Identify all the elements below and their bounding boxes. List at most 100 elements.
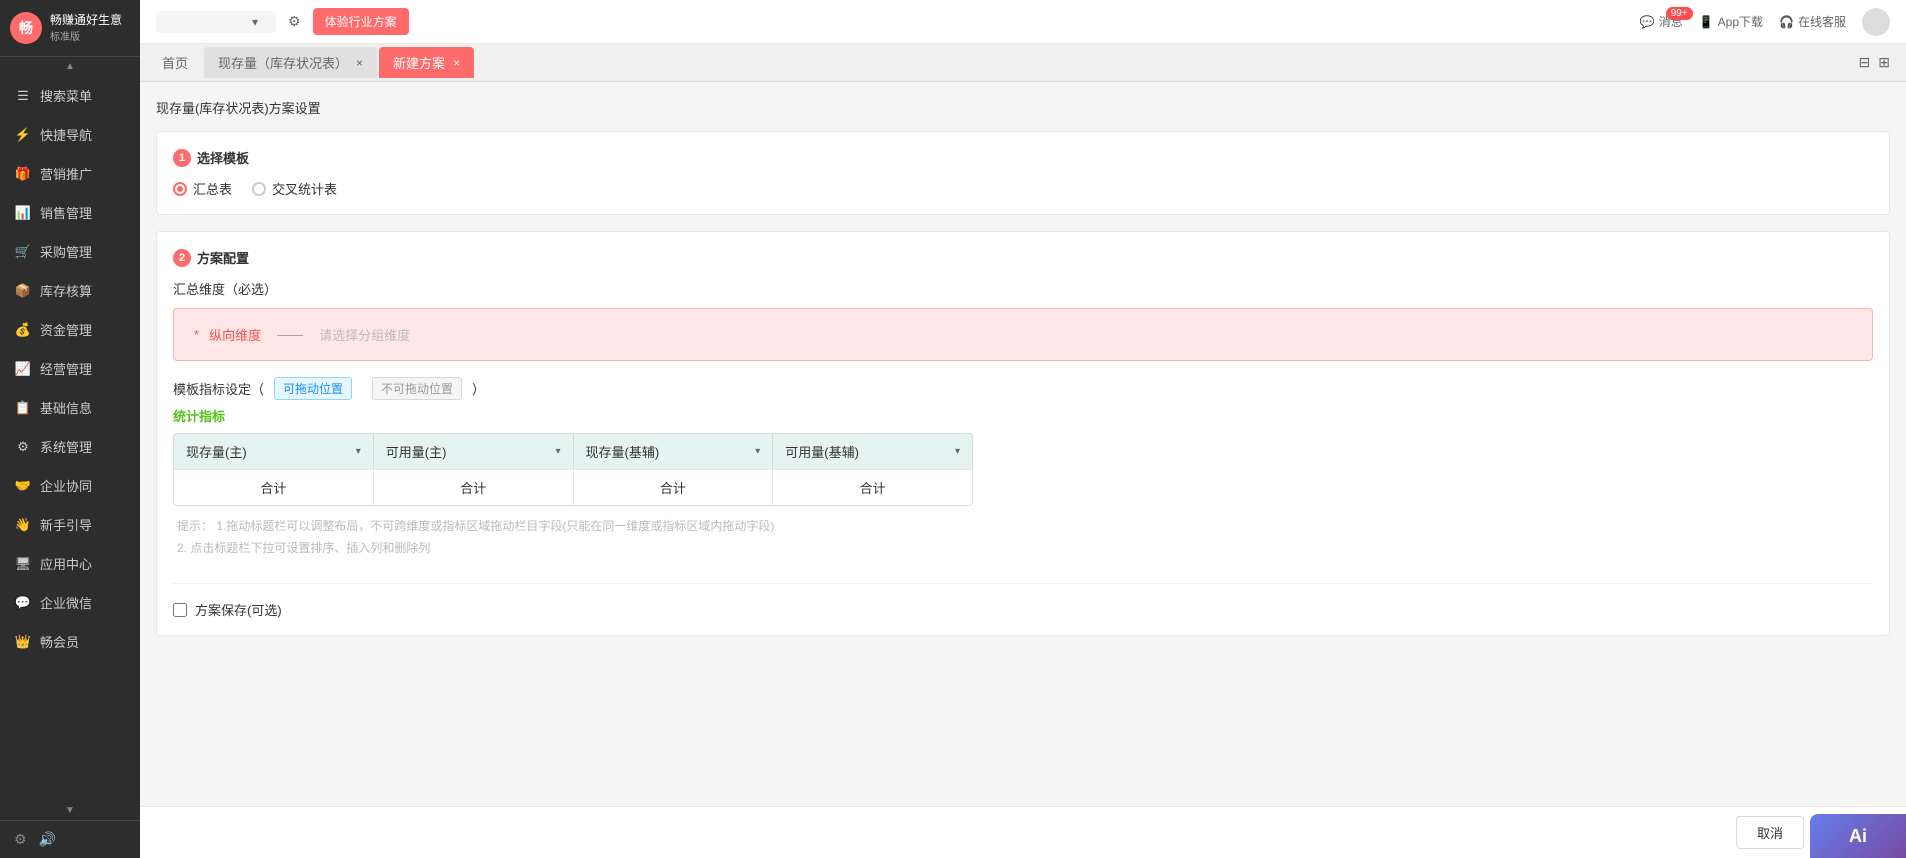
- radio-summary[interactable]: 汇总表: [173, 179, 232, 198]
- sidebar-item-label: 畅会员: [40, 632, 79, 651]
- sidebar-item-guide[interactable]: 👋 新手引导: [0, 505, 140, 544]
- sidebar-item-inventory[interactable]: 📦 库存核算: [0, 271, 140, 310]
- sidebar-scroll-up[interactable]: ▲: [0, 57, 140, 76]
- action-bar: 取消 查询: [140, 806, 1906, 858]
- window-collapse-icon[interactable]: ⊟: [1859, 54, 1871, 71]
- top-search-box[interactable]: ▾: [156, 11, 276, 33]
- app-version: 标准版: [50, 28, 122, 43]
- tab-inventory-status[interactable]: 现存量（库存状况表） ×: [204, 47, 377, 78]
- online-service-btn[interactable]: 🎧 在线客服: [1779, 13, 1846, 30]
- radio-cross[interactable]: 交叉统计表: [252, 179, 337, 198]
- sidebar-item-purchase[interactable]: 🛒 采购管理: [0, 232, 140, 271]
- settings-icon[interactable]: ⚙: [14, 831, 27, 848]
- top-bar-right: 💬 消息 99+ 📱 App下载 🎧 在线客服: [1640, 8, 1890, 36]
- app-download-icon: 📱: [1699, 15, 1714, 29]
- sidebar-item-basic-info[interactable]: 📋 基础信息: [0, 388, 140, 427]
- sidebar-item-sales[interactable]: 📊 销售管理: [0, 193, 140, 232]
- sidebar-item-label: 快捷导航: [40, 125, 92, 144]
- step2-section: 2 方案配置 汇总维度（必选） * 纵向维度 —— 请选择分组维度 模板指标设定…: [156, 231, 1890, 636]
- app-download-btn[interactable]: 📱 App下载: [1699, 13, 1763, 30]
- draggable-indicator: 可拖动位置: [274, 377, 352, 400]
- radio-cross-dot[interactable]: [252, 182, 266, 196]
- search-menu-icon: ☰: [14, 87, 32, 105]
- sidebar-item-wechat[interactable]: 💬 企业微信: [0, 583, 140, 622]
- tab-inventory-label: 现存量（库存状况表）: [218, 53, 348, 72]
- stat-header-label-3: 可用量(基辅): [785, 442, 859, 461]
- app-center-icon: 🖥: [14, 555, 32, 573]
- stat-header-label-2: 现存量(基辅): [586, 442, 660, 461]
- gear-icon[interactable]: ⚙: [288, 13, 301, 30]
- window-expand-icon[interactable]: ⊞: [1878, 54, 1890, 71]
- user-avatar[interactable]: [1862, 8, 1890, 36]
- step1-section: 1 选择模板 汇总表 交叉统计表: [156, 131, 1890, 215]
- basic-info-icon: 📋: [14, 399, 32, 417]
- dim-row: * 纵向维度 —— 请选择分组维度: [194, 325, 1852, 344]
- member-icon: 👑: [14, 633, 32, 651]
- stat-cell-1: 合计: [374, 470, 574, 505]
- message-badge: 99+: [1666, 7, 1693, 20]
- dim-placeholder[interactable]: 请选择分组维度: [319, 325, 410, 344]
- stat-section-label: 统计指标: [173, 406, 1873, 425]
- main-area: ▾ ⚙ 体验行业方案 💬 消息 99+ 📱 App下载 🎧 在线客服 首页 现: [140, 0, 1906, 858]
- tab-inventory-close-icon[interactable]: ×: [356, 56, 363, 70]
- guide-icon: 👋: [14, 516, 32, 534]
- sidebar-item-quick-nav[interactable]: ⚡ 快捷导航: [0, 115, 140, 154]
- tab-new-plan-close-icon[interactable]: ×: [453, 56, 460, 70]
- template-setting-suffix: ）: [472, 379, 485, 398]
- sidebar-item-label: 经营管理: [40, 359, 92, 378]
- sidebar-item-member[interactable]: 👑 畅会员: [0, 622, 140, 661]
- sidebar-scroll-down[interactable]: ▼: [0, 801, 140, 820]
- industry-btn[interactable]: 体验行业方案: [313, 8, 409, 35]
- sidebar-item-system[interactable]: ⚙ 系统管理: [0, 427, 140, 466]
- sidebar-bottom: ⚙ 🔊: [0, 820, 140, 858]
- stat-header-cell-1[interactable]: 可用量(主) ▾: [374, 434, 574, 469]
- dim-required-marker: *: [194, 327, 199, 342]
- app-download-label: App下载: [1718, 13, 1763, 30]
- cancel-button[interactable]: 取消: [1736, 816, 1804, 849]
- sidebar-item-management[interactable]: 📈 经营管理: [0, 349, 140, 388]
- hint-line-1: 提示： 1.拖动标题栏可以调整布局，不可跨维度或指标区域拖动栏目字段(只能在同一…: [177, 516, 1869, 538]
- sidebar-item-label: 采购管理: [40, 242, 92, 261]
- tab-home[interactable]: 首页: [148, 47, 202, 78]
- radio-summary-dot[interactable]: [173, 182, 187, 196]
- sidebar-item-label: 新手引导: [40, 515, 92, 534]
- quick-nav-icon: ⚡: [14, 126, 32, 144]
- chevron-down-icon-0[interactable]: ▾: [356, 446, 361, 457]
- sidebar-item-search[interactable]: ☰ 搜索菜单: [0, 76, 140, 115]
- save-row: 方案保存(可选): [173, 583, 1873, 619]
- sidebar-item-label: 库存核算: [40, 281, 92, 300]
- stat-header-cell-3[interactable]: 可用量(基辅) ▾: [773, 434, 972, 469]
- sidebar-logo: 畅 畅赚通好生意 标准版: [0, 0, 140, 57]
- sound-icon[interactable]: 🔊: [39, 831, 56, 848]
- sidebar-item-app-center[interactable]: 🖥 应用中心: [0, 544, 140, 583]
- search-input[interactable]: [166, 15, 246, 29]
- app-name: 畅赚通好生意: [50, 13, 122, 29]
- step2-label: 方案配置: [197, 248, 249, 267]
- chevron-down-icon-3[interactable]: ▾: [955, 446, 960, 457]
- chevron-down-icon-1[interactable]: ▾: [555, 446, 560, 457]
- stat-header-label-0: 现存量(主): [186, 442, 247, 461]
- top-bar: ▾ ⚙ 体验行业方案 💬 消息 99+ 📱 App下载 🎧 在线客服: [140, 0, 1906, 44]
- stat-header-cell-2[interactable]: 现存量(基辅) ▾: [574, 434, 774, 469]
- chevron-down-icon-2[interactable]: ▾: [755, 446, 760, 457]
- template-radio-group: 汇总表 交叉统计表: [173, 179, 1873, 198]
- sidebar-item-label: 应用中心: [40, 554, 92, 573]
- message-btn[interactable]: 💬 消息 99+: [1640, 13, 1683, 30]
- ai-badge[interactable]: Ai: [1810, 814, 1906, 858]
- step1-title: 1 选择模板: [173, 148, 1873, 167]
- sidebar-item-marketing[interactable]: 🎁 营销推广: [0, 154, 140, 193]
- sidebar-item-enterprise[interactable]: 🤝 企业协同: [0, 466, 140, 505]
- system-icon: ⚙: [14, 438, 32, 456]
- stat-cell-0: 合计: [174, 470, 374, 505]
- sidebar-item-label: 销售管理: [40, 203, 92, 222]
- sidebar-item-finance[interactable]: 💰 资金管理: [0, 310, 140, 349]
- service-label: 在线客服: [1798, 13, 1846, 30]
- content-area: 现存量(库存状况表)方案设置 1 选择模板 汇总表 交叉统计表 2: [140, 82, 1906, 806]
- stat-header-cell-0[interactable]: 现存量(主) ▾: [174, 434, 374, 469]
- save-checkbox[interactable]: [173, 603, 187, 617]
- finance-icon: 💰: [14, 321, 32, 339]
- tab-new-plan[interactable]: 新建方案 ×: [379, 47, 474, 78]
- sales-icon: 📊: [14, 204, 32, 222]
- tab-new-plan-label: 新建方案: [393, 53, 445, 72]
- search-dropdown-icon[interactable]: ▾: [252, 15, 258, 29]
